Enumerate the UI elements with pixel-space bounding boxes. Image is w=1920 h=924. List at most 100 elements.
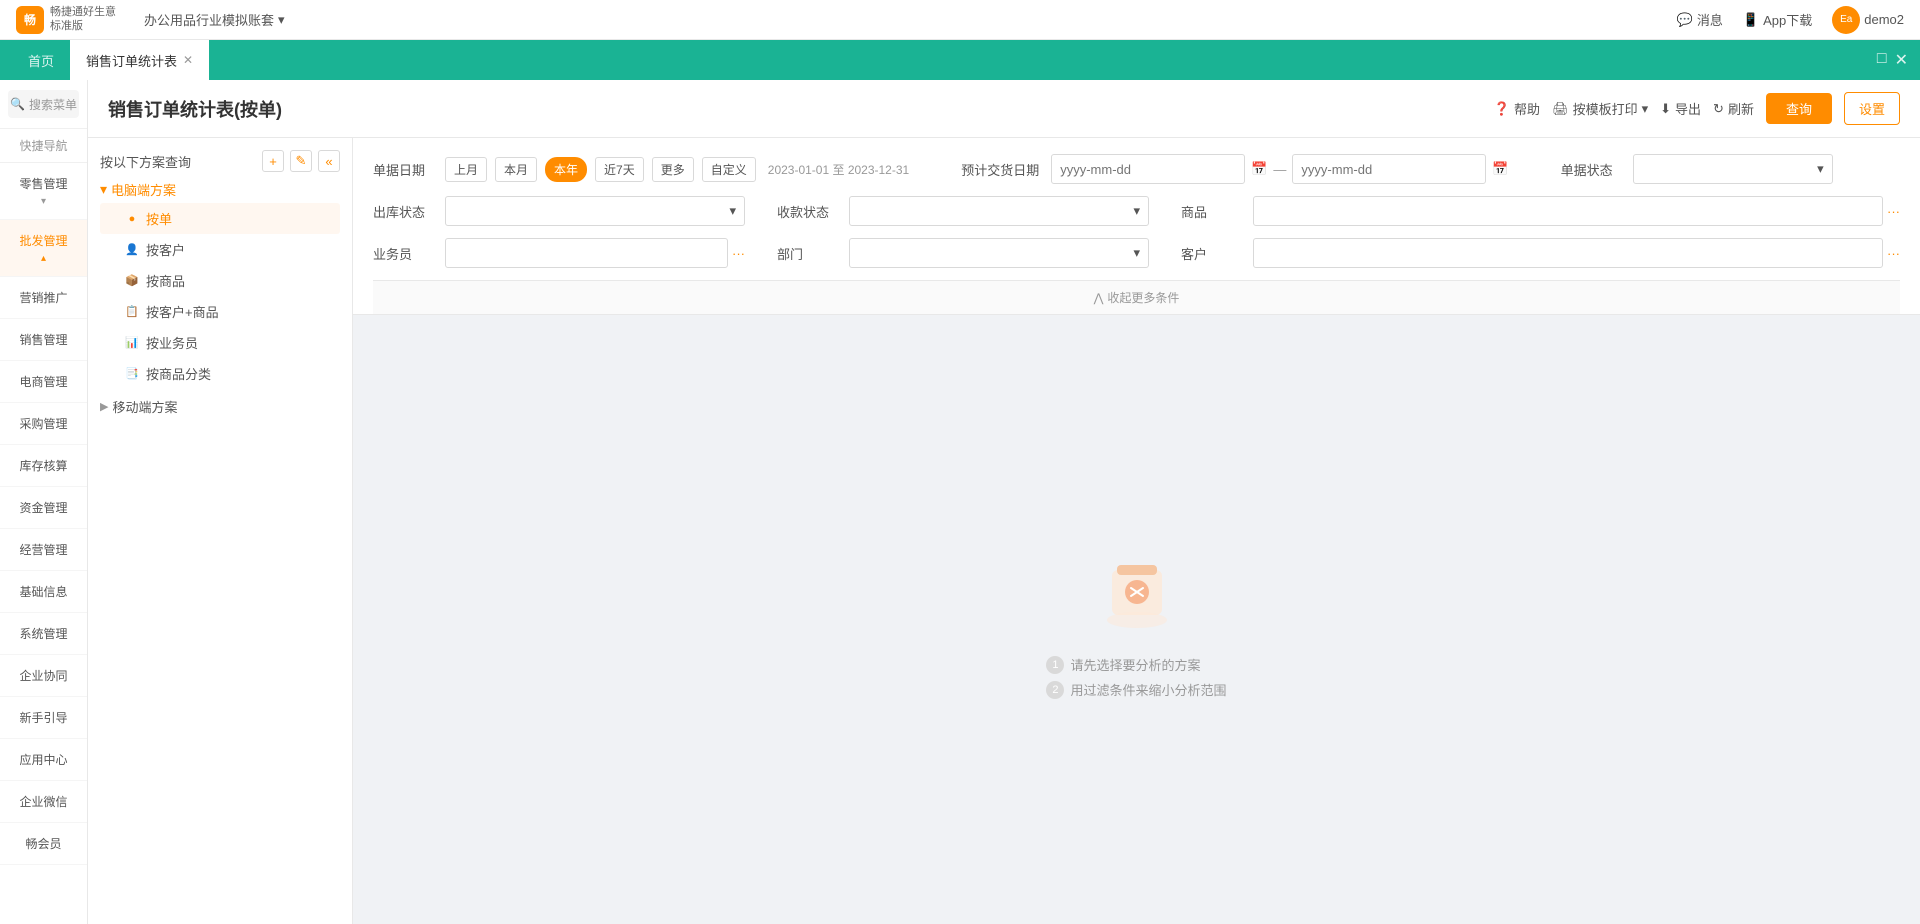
scheme-item-by-order[interactable]: ● 按单 xyxy=(100,203,340,234)
sidebar-shortcut-nav[interactable]: 快捷导航 xyxy=(0,129,87,163)
shipment-status-select[interactable]: ▾ xyxy=(445,196,745,226)
window-close-button[interactable]: ✕ xyxy=(1895,50,1908,70)
calendar-start-icon[interactable]: 📅 xyxy=(1251,161,1267,177)
export-icon: ⬇ xyxy=(1660,101,1671,117)
doc-status-select[interactable]: ▾ xyxy=(1633,154,1833,184)
app-download-button[interactable]: 📱 App下载 xyxy=(1743,10,1812,29)
refresh-button[interactable]: ↻ 刷新 xyxy=(1713,99,1754,118)
date-buttons-group: 上月 本月 本年 近7天 更多 自定义 xyxy=(445,157,756,182)
salesperson-input[interactable] xyxy=(445,238,728,268)
scheme-collapse-button[interactable]: « xyxy=(318,150,340,172)
tab-bar: 首页 销售订单统计表 ✕ □ ✕ xyxy=(0,40,1920,80)
scheme-item-by-customer[interactable]: 👤 按客户 xyxy=(100,234,340,265)
top-bar-right: 💬 消息 📱 App下载 Ea demo2 xyxy=(1677,6,1904,34)
right-section: 单据日期 上月 本月 本年 近7天 更多 自定义 2023-01-01 至 20… xyxy=(353,138,1920,924)
scheme-item-by-product[interactable]: 📦 按商品 xyxy=(100,265,340,296)
customer-input[interactable] xyxy=(1253,238,1883,268)
window-controls: □ ✕ xyxy=(1877,50,1908,70)
by-salesperson-icon: 📊 xyxy=(124,335,140,351)
sidebar-item-marketing[interactable]: 营销推广 xyxy=(0,277,87,319)
date-range-display: 2023-01-01 至 2023-12-31 xyxy=(768,161,909,178)
empty-tips: 1 请先选择要分析的方案 2 用过滤条件来缩小分析范围 xyxy=(1046,655,1226,699)
message-button[interactable]: 💬 消息 xyxy=(1677,10,1723,29)
calendar-end-icon[interactable]: 📅 xyxy=(1492,161,1508,177)
expected-date-range: 📅 — 📅 xyxy=(1051,154,1508,184)
scheme-panel: 按以下方案查询 + ✎ « ▾ 电脑端方案 xyxy=(88,138,353,924)
customer-more-icon[interactable]: ··· xyxy=(1887,246,1900,261)
scheme-section-pc-header[interactable]: ▾ 电脑端方案 xyxy=(100,180,340,199)
expected-date-start-input[interactable] xyxy=(1051,154,1245,184)
customer-filter-area: ··· xyxy=(1253,238,1900,268)
payment-status-select[interactable]: ▾ xyxy=(849,196,1149,226)
product-input[interactable] xyxy=(1253,196,1883,226)
sidebar-item-apps[interactable]: 应用中心 xyxy=(0,739,87,781)
scheme-item-by-category[interactable]: 📑 按商品分类 xyxy=(100,358,340,389)
company-selector[interactable]: 办公用品行业模拟账套 ▾ xyxy=(144,10,285,29)
date-btn-more[interactable]: 更多 xyxy=(652,157,694,182)
message-icon: 💬 xyxy=(1677,12,1693,28)
tab-home[interactable]: 首页 xyxy=(12,40,70,80)
scheme-section-pc: ▾ 电脑端方案 ● 按单 👤 按客户 📦 按 xyxy=(100,180,340,389)
scheme-edit-button[interactable]: ✎ xyxy=(290,150,312,172)
page-title: 销售订单统计表(按单) xyxy=(108,96,282,134)
filter-row-3: 业务员 ··· 部门 ▾ 客户 xyxy=(373,238,1900,268)
date-btn-last-7-days[interactable]: 近7天 xyxy=(595,157,644,182)
date-btn-custom[interactable]: 自定义 xyxy=(702,157,756,182)
avatar: Ea xyxy=(1832,6,1860,34)
chevron-down-icon: ▾ xyxy=(1133,245,1140,261)
date-btn-this-year[interactable]: 本年 xyxy=(545,157,587,182)
sidebar-item-retail[interactable]: 零售管理 ▾ xyxy=(0,163,87,220)
sidebar-item-inventory[interactable]: 库存核算 xyxy=(0,445,87,487)
search-menu-button[interactable]: 🔍 搜索菜单 xyxy=(8,90,79,118)
sidebar-item-enterprise[interactable]: 企业协同 xyxy=(0,655,87,697)
sidebar-item-wechat[interactable]: 企业微信 xyxy=(0,781,87,823)
date-btn-last-month[interactable]: 上月 xyxy=(445,157,487,182)
empty-tip-2: 2 用过滤条件来缩小分析范围 xyxy=(1046,680,1226,699)
sidebar-item-finance[interactable]: 资金管理 xyxy=(0,487,87,529)
help-icon: ❓ xyxy=(1494,101,1510,117)
content-area: 销售订单统计表(按单) ❓ 帮助 🖨 按模板打印 ▾ ⬇ 导出 ↻ 刷新 xyxy=(88,80,1920,924)
main-layout: 🔍 搜索菜单 快捷导航 零售管理 ▾ 批发管理 ▴ 营销推广 销售管理 电商管理… xyxy=(0,80,1920,924)
expected-date-end-input[interactable] xyxy=(1292,154,1486,184)
logo-text: 畅捷通好生意 标准版 xyxy=(50,6,116,32)
by-order-icon: ● xyxy=(124,211,140,227)
filter-layout: 按以下方案查询 + ✎ « ▾ 电脑端方案 xyxy=(88,138,1920,924)
sidebar-item-purchase[interactable]: 采购管理 xyxy=(0,403,87,445)
sidebar-item-ecommerce[interactable]: 电商管理 xyxy=(0,361,87,403)
tab-sales-order-stats[interactable]: 销售订单统计表 ✕ xyxy=(70,40,209,80)
user-profile[interactable]: Ea demo2 xyxy=(1832,6,1904,34)
logo-area: 畅 畅捷通好生意 标准版 xyxy=(16,6,116,34)
department-select[interactable]: ▾ xyxy=(849,238,1149,268)
download-icon: 📱 xyxy=(1743,12,1759,28)
sidebar-item-member[interactable]: 畅会员 xyxy=(0,823,87,865)
sidebar-item-basic[interactable]: 基础信息 xyxy=(0,571,87,613)
scheme-item-by-customer-product[interactable]: 📋 按客户+商品 xyxy=(100,296,340,327)
empty-tip-1: 1 请先选择要分析的方案 xyxy=(1046,655,1226,674)
date-btn-this-month[interactable]: 本月 xyxy=(495,157,537,182)
window-restore-button[interactable]: □ xyxy=(1877,50,1887,70)
salesperson-more-icon[interactable]: ··· xyxy=(732,246,745,261)
product-more-icon[interactable]: ··· xyxy=(1887,204,1900,219)
scheme-section-mobile-header[interactable]: ▶ 移动端方案 xyxy=(100,397,340,416)
help-button[interactable]: ❓ 帮助 xyxy=(1494,99,1540,118)
sidebar-item-wholesale[interactable]: 批发管理 ▴ xyxy=(0,220,87,277)
scheme-actions: + ✎ « xyxy=(262,150,340,172)
sidebar: 🔍 搜索菜单 快捷导航 零售管理 ▾ 批发管理 ▴ 营销推广 销售管理 电商管理… xyxy=(0,80,88,924)
filter-row-1: 单据日期 上月 本月 本年 近7天 更多 自定义 2023-01-01 至 20… xyxy=(373,154,1900,184)
sidebar-item-newbie[interactable]: 新手引导 xyxy=(0,697,87,739)
template-print-button[interactable]: 🖨 按模板打印 ▾ xyxy=(1552,99,1648,118)
export-button[interactable]: ⬇ 导出 xyxy=(1660,99,1701,118)
settings-button[interactable]: 设置 xyxy=(1844,92,1900,125)
tab-close-icon[interactable]: ✕ xyxy=(183,53,193,67)
scheme-item-by-salesperson[interactable]: 📊 按业务员 xyxy=(100,327,340,358)
by-category-icon: 📑 xyxy=(124,366,140,382)
sidebar-item-operations[interactable]: 经营管理 xyxy=(0,529,87,571)
chevron-down-icon: ▾ xyxy=(1133,203,1140,219)
scheme-add-button[interactable]: + xyxy=(262,150,284,172)
chevron-down-icon: ▾ xyxy=(729,203,736,219)
collapse-filters-button[interactable]: ⋀ 收起更多条件 xyxy=(373,280,1900,314)
query-button[interactable]: 查询 xyxy=(1766,93,1832,124)
sidebar-item-sales[interactable]: 销售管理 xyxy=(0,319,87,361)
sidebar-item-system[interactable]: 系统管理 xyxy=(0,613,87,655)
search-icon: 🔍 xyxy=(10,97,25,111)
